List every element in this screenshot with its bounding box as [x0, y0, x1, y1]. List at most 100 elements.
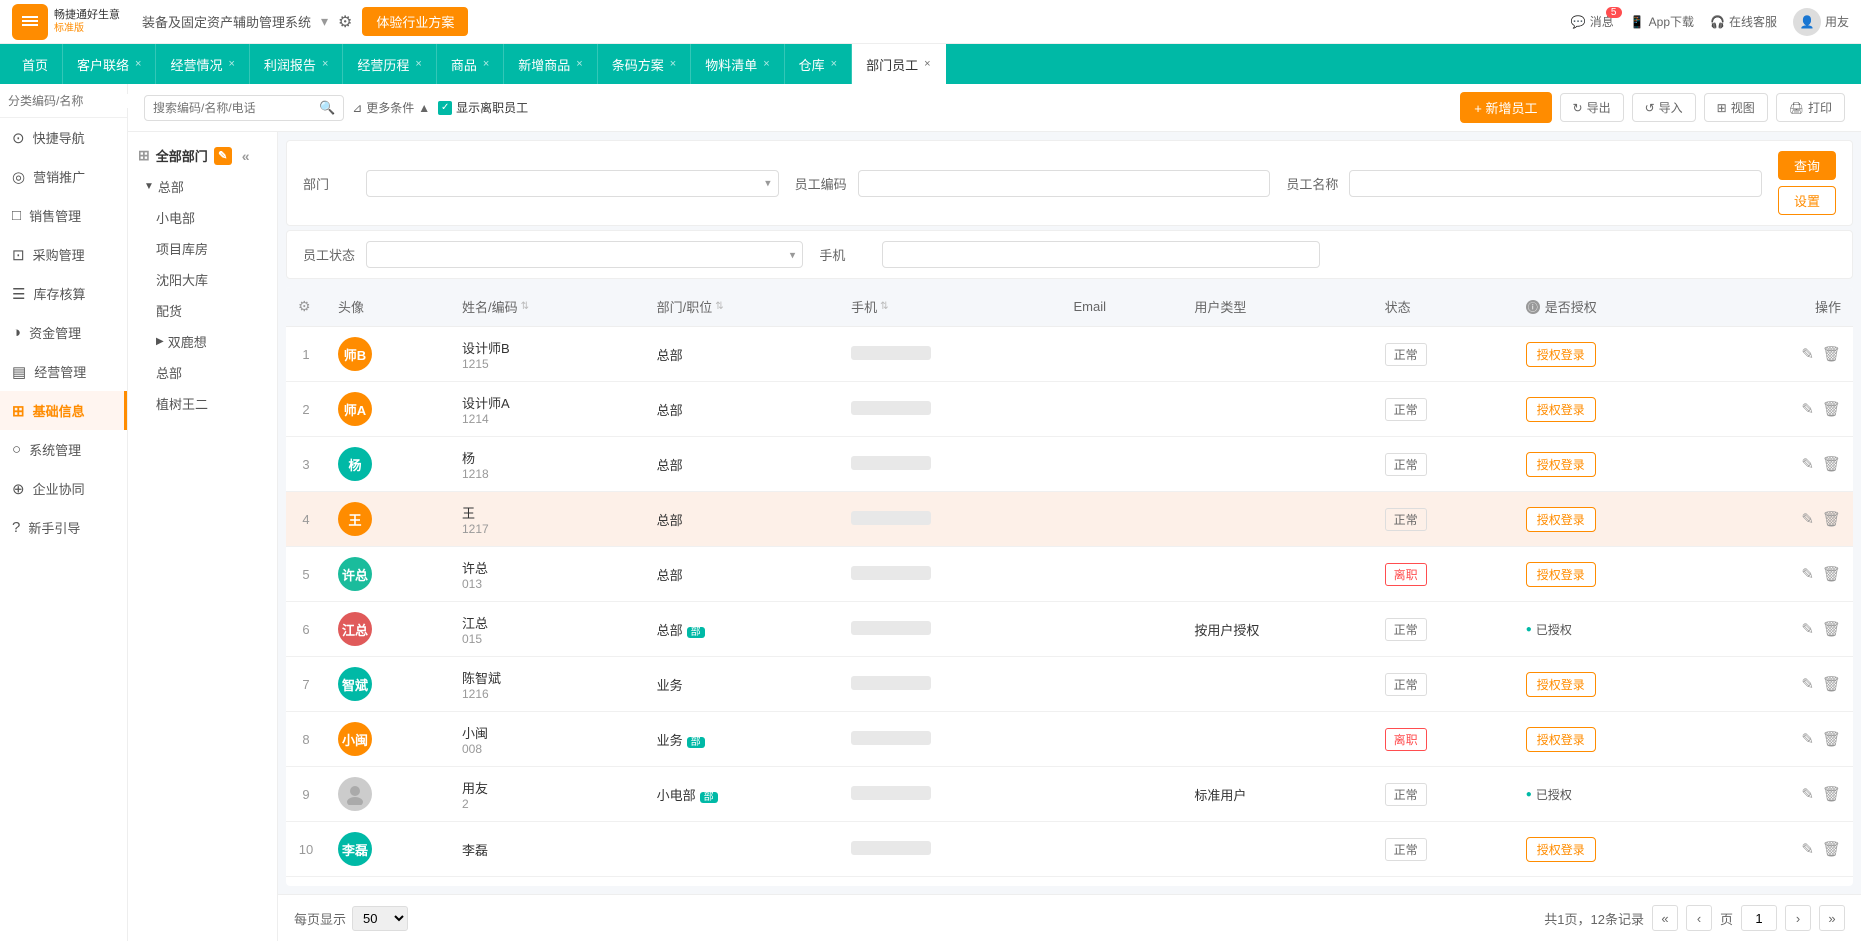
edit-icon[interactable]: ✎: [1801, 400, 1814, 418]
sidebar-item-sales[interactable]: □ 销售管理: [0, 196, 127, 235]
more-filter-btn[interactable]: ⊿ 更多条件 ▲: [352, 99, 430, 116]
message-action[interactable]: 💬 消息 5: [1571, 13, 1614, 30]
gear-button[interactable]: ⚙: [338, 12, 352, 32]
tab-operation-close[interactable]: ×: [228, 58, 234, 70]
tab-home[interactable]: 首页: [8, 44, 63, 84]
edit-icon[interactable]: ✎: [1801, 620, 1814, 638]
auth-button[interactable]: 授权登录: [1526, 397, 1596, 422]
system-title-dropdown[interactable]: ▾: [321, 13, 328, 30]
dept-item-xiaodian[interactable]: 小电部: [128, 202, 277, 233]
tab-dept-staff[interactable]: 部门员工 ×: [852, 44, 945, 84]
import-button[interactable]: ↺ 导入: [1632, 93, 1696, 122]
auth-button[interactable]: 授权登录: [1526, 837, 1596, 862]
export-button[interactable]: ↻ 导出: [1560, 93, 1624, 122]
page-last-btn[interactable]: »: [1819, 905, 1845, 931]
page-input[interactable]: [1741, 905, 1777, 931]
dept-item-project[interactable]: 项目库房: [128, 233, 277, 264]
filter-dept-select[interactable]: [366, 170, 779, 197]
th-phone[interactable]: 手机 ⇅: [839, 287, 1061, 327]
sidebar-item-operation[interactable]: ▤ 经营管理: [0, 352, 127, 391]
delete-icon[interactable]: 🗑: [1822, 620, 1841, 638]
tab-goods-close[interactable]: ×: [483, 58, 489, 70]
app-download-action[interactable]: 📱 App下载: [1630, 13, 1694, 30]
dept-item-shuanglu[interactable]: ▶ 双鹿想: [128, 326, 277, 357]
sidebar-item-system[interactable]: ○ 系统管理: [0, 430, 127, 469]
sidebar-item-quick-nav[interactable]: ⊙ 快捷导航: [0, 118, 127, 157]
filter-empname-input[interactable]: [1349, 170, 1762, 197]
tab-barcode[interactable]: 条码方案 ×: [598, 44, 691, 84]
tab-history[interactable]: 经营历程 ×: [343, 44, 436, 84]
search-input[interactable]: [153, 101, 313, 115]
table-settings-icon[interactable]: ⚙: [298, 298, 311, 314]
auth-button[interactable]: 授权登录: [1526, 342, 1596, 367]
filter-phone-input[interactable]: [882, 241, 1319, 268]
tab-customer[interactable]: 客户联络 ×: [63, 44, 156, 84]
delete-icon[interactable]: 🗑: [1822, 840, 1841, 858]
show-resigned-checkbox[interactable]: ✓: [438, 101, 452, 115]
edit-icon[interactable]: ✎: [1801, 675, 1814, 693]
tab-history-close[interactable]: ×: [415, 58, 421, 70]
sidebar-item-inventory[interactable]: ☰ 库存核算: [0, 274, 127, 313]
sidebar-item-purchase[interactable]: ⊡ 采购管理: [0, 235, 127, 274]
tab-new-goods[interactable]: 新增商品 ×: [504, 44, 597, 84]
view-button[interactable]: ⊞ 视图: [1704, 93, 1768, 122]
tab-new-goods-close[interactable]: ×: [576, 58, 582, 70]
add-employee-button[interactable]: + 新增员工: [1460, 92, 1551, 123]
sidebar-item-finance[interactable]: ◑ 资金管理: [0, 313, 127, 352]
filter-status-select[interactable]: [366, 241, 803, 268]
sidebar-item-marketing[interactable]: ◎ 营销推广: [0, 157, 127, 196]
print-button[interactable]: 🖨 打印: [1776, 93, 1845, 122]
edit-icon[interactable]: ✎: [1801, 510, 1814, 528]
th-dept[interactable]: 部门/职位 ⇅: [645, 287, 840, 327]
dept-item-zongbu-child[interactable]: 总部: [128, 357, 277, 388]
dept-item-zongbu-parent[interactable]: ▼ 总部: [128, 171, 277, 202]
trial-button[interactable]: 体验行业方案: [362, 7, 468, 36]
page-next-btn[interactable]: ›: [1785, 905, 1811, 931]
dept-sort-icon[interactable]: ⇅: [715, 301, 723, 312]
edit-icon[interactable]: ✎: [1801, 565, 1814, 583]
auth-button[interactable]: 授权登录: [1526, 452, 1596, 477]
page-first-btn[interactable]: «: [1652, 905, 1678, 931]
edit-icon[interactable]: ✎: [1801, 785, 1814, 803]
auth-button[interactable]: 授权登录: [1526, 672, 1596, 697]
tab-bom[interactable]: 物料清单 ×: [691, 44, 784, 84]
dept-item-shenyang[interactable]: 沈阳大库: [128, 264, 277, 295]
tab-bom-close[interactable]: ×: [763, 58, 769, 70]
page-prev-btn[interactable]: ‹: [1686, 905, 1712, 931]
delete-icon[interactable]: 🗑: [1822, 565, 1841, 583]
tab-profit-close[interactable]: ×: [322, 58, 328, 70]
dept-collapse-icon[interactable]: «: [242, 148, 250, 164]
tab-barcode-close[interactable]: ×: [670, 58, 676, 70]
delete-icon[interactable]: 🗑: [1822, 455, 1841, 473]
show-resigned-filter[interactable]: ✓ 显示离职员工: [438, 99, 528, 116]
tab-warehouse-close[interactable]: ×: [831, 58, 837, 70]
auth-button[interactable]: 授权登录: [1526, 727, 1596, 752]
tab-dept-staff-close[interactable]: ×: [924, 58, 930, 70]
delete-icon[interactable]: 🗑: [1822, 510, 1841, 528]
query-button[interactable]: 查询: [1778, 151, 1836, 180]
auth-button[interactable]: 授权登录: [1526, 507, 1596, 532]
tab-customer-close[interactable]: ×: [135, 58, 141, 70]
dept-item-peihuo[interactable]: 配货: [128, 295, 277, 326]
edit-icon[interactable]: ✎: [1801, 455, 1814, 473]
settings-button[interactable]: 设置: [1778, 186, 1836, 215]
sidebar-item-guide[interactable]: ? 新手引导: [0, 508, 127, 547]
tab-profit[interactable]: 利润报告 ×: [250, 44, 343, 84]
per-page-select[interactable]: 50 100: [352, 906, 408, 931]
edit-icon[interactable]: ✎: [1801, 345, 1814, 363]
tab-goods[interactable]: 商品 ×: [437, 44, 504, 84]
edit-icon[interactable]: ✎: [1801, 840, 1814, 858]
edit-icon[interactable]: ✎: [1801, 730, 1814, 748]
th-name[interactable]: 姓名/编码 ⇅: [450, 287, 645, 327]
name-sort-icon[interactable]: ⇅: [521, 301, 529, 312]
sidebar-item-basic[interactable]: ⊞ 基础信息: [0, 391, 127, 430]
tab-warehouse[interactable]: 仓库 ×: [785, 44, 852, 84]
online-support-action[interactable]: 🎧 在线客服: [1710, 13, 1777, 30]
filter-empcode-input[interactable]: [858, 170, 1271, 197]
tab-operation[interactable]: 经营情况 ×: [156, 44, 249, 84]
delete-icon[interactable]: 🗑: [1822, 730, 1841, 748]
user-action[interactable]: 👤 用友: [1793, 8, 1849, 36]
delete-icon[interactable]: 🗑: [1822, 345, 1841, 363]
phone-sort-icon[interactable]: ⇅: [880, 301, 888, 312]
delete-icon[interactable]: 🗑: [1822, 785, 1841, 803]
